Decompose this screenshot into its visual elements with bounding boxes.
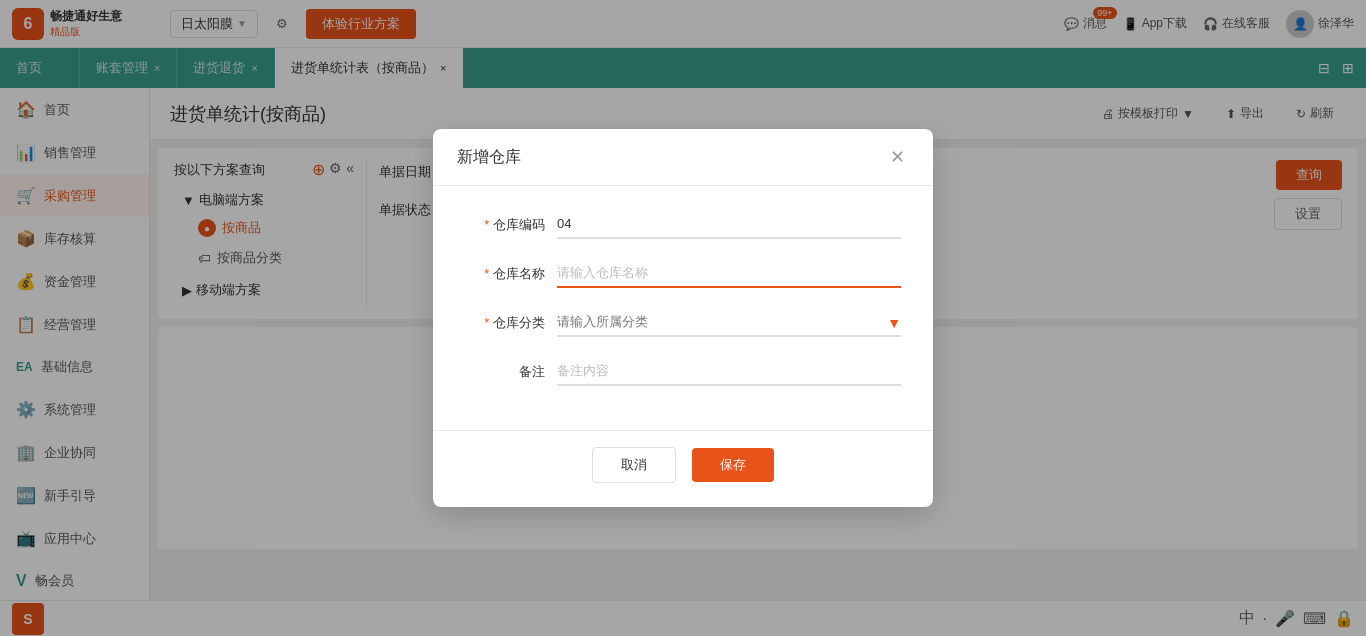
add-warehouse-modal: 新增仓库 ✕ 仓库编码 仓库名称 仓库分类 ▼ [433, 129, 933, 507]
modal-overlay: 新增仓库 ✕ 仓库编码 仓库名称 仓库分类 ▼ [0, 0, 1366, 636]
save-button[interactable]: 保存 [692, 448, 774, 482]
modal-footer: 取消 保存 [433, 430, 933, 507]
note-field-row: 备注 [465, 357, 901, 386]
name-field-row: 仓库名称 [465, 259, 901, 288]
category-field-row: 仓库分类 ▼ [465, 308, 901, 337]
name-input[interactable] [557, 259, 901, 288]
modal-header: 新增仓库 ✕ [433, 129, 933, 186]
name-label: 仓库名称 [465, 265, 545, 283]
cancel-button[interactable]: 取消 [592, 447, 676, 483]
code-label: 仓库编码 [465, 216, 545, 234]
note-input[interactable] [557, 357, 901, 386]
modal-close-button[interactable]: ✕ [885, 145, 909, 169]
category-label: 仓库分类 [465, 314, 545, 332]
modal-title: 新增仓库 [457, 147, 521, 168]
category-input[interactable] [557, 308, 901, 337]
code-input[interactable] [557, 210, 901, 239]
code-field-row: 仓库编码 [465, 210, 901, 239]
note-label: 备注 [465, 363, 545, 381]
modal-body: 仓库编码 仓库名称 仓库分类 ▼ 备注 [433, 186, 933, 430]
category-select-wrapper: ▼ [557, 308, 901, 337]
